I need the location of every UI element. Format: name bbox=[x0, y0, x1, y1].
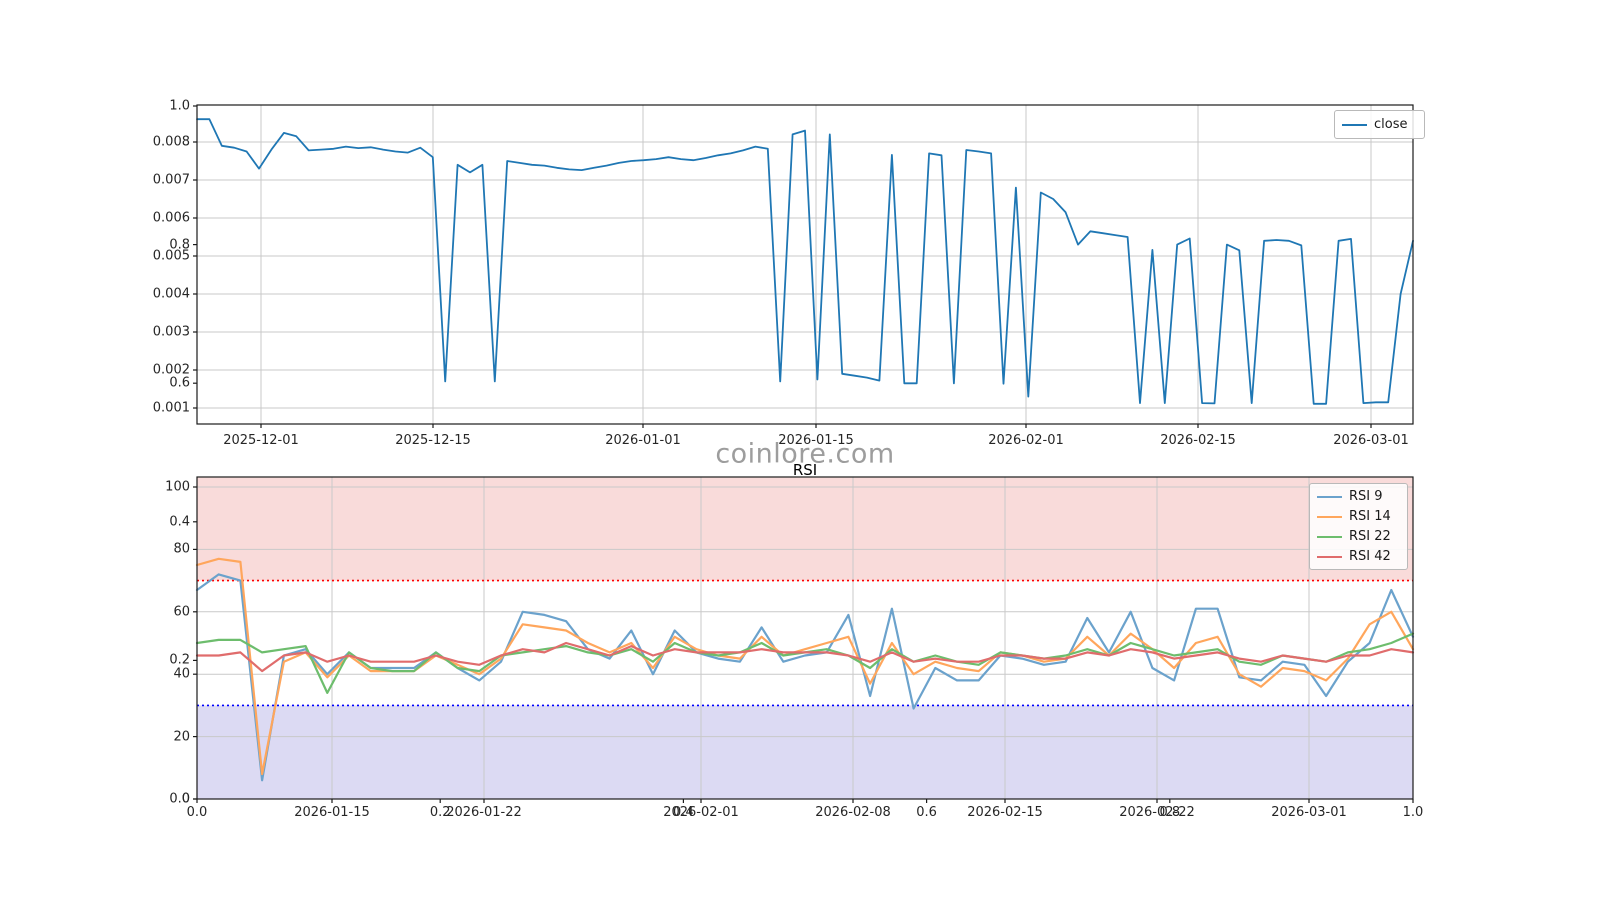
price-legend: close bbox=[1334, 110, 1425, 139]
overlay-y-tick-label: 0.4 bbox=[169, 514, 190, 530]
legend-label: RSI 42 bbox=[1349, 549, 1391, 564]
price-x-tick-label: 2026-03-01 bbox=[1333, 433, 1409, 448]
legend-item: RSI 42 bbox=[1317, 548, 1399, 565]
price-y-tick-label: 0.008 bbox=[152, 134, 190, 150]
price-x-tick-label: 2025-12-15 bbox=[395, 433, 471, 448]
legend-line-swatch bbox=[1342, 123, 1367, 126]
rsi-x-tick-label: 2026-01-22 bbox=[446, 805, 522, 820]
figure-canvas: coinlore.com RSI close RSI 9 RSI 14 RSI 22… bbox=[0, 0, 1600, 900]
legend-line-swatch bbox=[1317, 535, 1342, 538]
overlay-y-tick-label: 0.2 bbox=[169, 652, 190, 668]
overlay-y-tick-label: 0.8 bbox=[169, 237, 190, 253]
overlay-y-tick-label: 0.6 bbox=[169, 375, 190, 391]
rsi-x-tick-label: 2026-01-15 bbox=[294, 805, 370, 820]
legend-item: close bbox=[1342, 116, 1416, 133]
overlay-y-tick-label: 0.0 bbox=[169, 791, 190, 807]
price-y-tick-label: 0.003 bbox=[152, 324, 190, 340]
legend-item: RSI 22 bbox=[1317, 528, 1399, 545]
overlay-x-tick-label: 0.0 bbox=[186, 805, 208, 820]
price-y-tick-label: 0.006 bbox=[152, 210, 190, 226]
rsi-x-tick-label: 2026-02-08 bbox=[815, 805, 891, 820]
legend-item: RSI 14 bbox=[1317, 508, 1399, 525]
rsi-x-tick-label: 2026-02-01 bbox=[663, 805, 739, 820]
legend-line-swatch bbox=[1317, 495, 1342, 498]
price-x-tick-label: 2025-12-01 bbox=[223, 433, 299, 448]
price-x-tick-label: 2026-02-01 bbox=[988, 433, 1064, 448]
overlay-y-tick-label: 1.0 bbox=[169, 98, 190, 114]
overlay-x-tick-label: 1.0 bbox=[1402, 805, 1424, 820]
rsi-y-tick-label: 20 bbox=[173, 729, 190, 745]
legend-line-swatch bbox=[1317, 555, 1342, 558]
rsi-x-tick-label: 2026-02-15 bbox=[967, 805, 1043, 820]
rsi-x-tick-label: 2026-03-01 bbox=[1271, 805, 1347, 820]
legend-line-swatch bbox=[1317, 515, 1342, 518]
legend-label: RSI 9 bbox=[1349, 489, 1383, 504]
rsi-y-tick-label: 100 bbox=[165, 479, 190, 495]
rsi-chart-plot bbox=[193, 476, 1415, 803]
price-y-tick-label: 0.001 bbox=[152, 400, 190, 416]
legend-label: RSI 14 bbox=[1349, 509, 1391, 524]
price-chart-plot bbox=[193, 104, 1414, 428]
rsi-legend: RSI 9 RSI 14 RSI 22 RSI 42 bbox=[1309, 483, 1408, 570]
rsi-y-tick-label: 40 bbox=[173, 666, 190, 682]
price-x-tick-label: 2026-01-01 bbox=[605, 433, 681, 448]
rsi-x-tick-label: 2026-02-22 bbox=[1119, 805, 1195, 820]
legend-label: RSI 22 bbox=[1349, 529, 1391, 544]
overlay-x-tick-label: 0.6 bbox=[916, 805, 937, 820]
price-x-tick-label: 2026-02-15 bbox=[1160, 433, 1236, 448]
price-y-tick-label: 0.004 bbox=[152, 286, 190, 302]
price-x-tick-label: 2026-01-15 bbox=[778, 433, 854, 448]
legend-label: close bbox=[1374, 117, 1408, 132]
rsi-y-tick-label: 60 bbox=[173, 604, 190, 620]
rsi-y-tick-label: 80 bbox=[173, 541, 190, 557]
price-y-tick-label: 0.007 bbox=[152, 172, 190, 188]
legend-item: RSI 9 bbox=[1317, 488, 1399, 505]
